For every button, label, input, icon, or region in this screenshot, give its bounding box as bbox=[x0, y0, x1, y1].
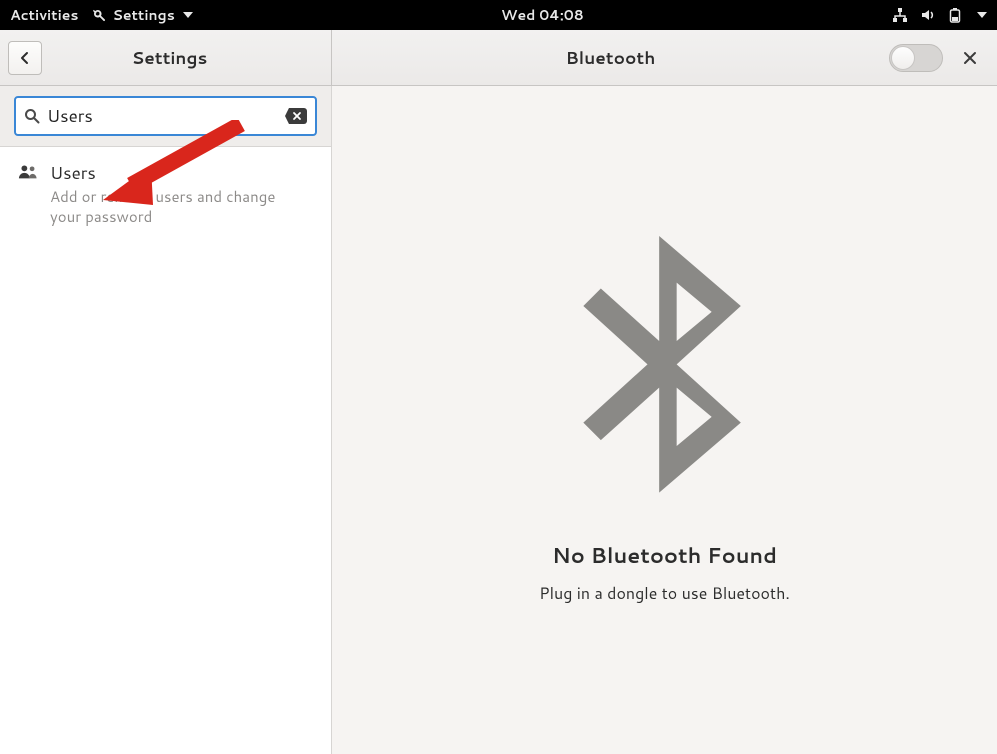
body: Users Add or remove users and change you… bbox=[0, 86, 997, 754]
clear-search-button[interactable] bbox=[285, 108, 307, 124]
clear-icon bbox=[292, 111, 302, 121]
search-bar bbox=[0, 86, 331, 147]
close-icon bbox=[963, 51, 977, 65]
battery-icon bbox=[948, 7, 962, 23]
header-right: Bluetooth bbox=[332, 30, 997, 85]
chevron-down-icon bbox=[977, 12, 987, 18]
sidebar-title: Settings bbox=[50, 46, 323, 70]
users-icon bbox=[18, 161, 38, 186]
bluetooth-icon bbox=[570, 236, 760, 522]
system-tray[interactable] bbox=[892, 7, 987, 23]
bluetooth-toggle[interactable] bbox=[889, 44, 943, 72]
volume-icon bbox=[920, 7, 936, 23]
bluetooth-status-heading: No Bluetooth Found bbox=[552, 540, 777, 570]
bluetooth-status-subtext: Plug in a dongle to use Bluetooth. bbox=[539, 582, 790, 605]
toggle-knob bbox=[891, 46, 915, 70]
result-title: Users bbox=[50, 161, 300, 185]
tools-icon bbox=[92, 8, 107, 23]
sidebar: Users Add or remove users and change you… bbox=[0, 86, 332, 754]
search-icon bbox=[24, 108, 40, 124]
search-input[interactable] bbox=[47, 104, 278, 128]
header-left: Settings bbox=[0, 30, 332, 85]
network-icon bbox=[892, 7, 908, 23]
clock[interactable]: Wed 04:08 bbox=[193, 5, 892, 25]
activities-button[interactable]: Activities bbox=[10, 5, 78, 25]
back-button[interactable] bbox=[8, 41, 42, 75]
result-description: Add or remove users and change your pass… bbox=[50, 187, 300, 228]
chevron-down-icon bbox=[183, 12, 193, 18]
header-bar: Settings Bluetooth bbox=[0, 30, 997, 86]
content-panel: No Bluetooth Found Plug in a dongle to u… bbox=[332, 86, 997, 754]
top-bar: Activities Settings Wed 04:08 bbox=[0, 0, 997, 30]
app-menu-label: Settings bbox=[112, 5, 174, 25]
panel-title: Bluetooth bbox=[342, 46, 879, 70]
search-field[interactable] bbox=[14, 96, 317, 136]
app-menu[interactable]: Settings bbox=[92, 5, 192, 25]
close-button[interactable] bbox=[953, 41, 987, 75]
sidebar-item-users[interactable]: Users Add or remove users and change you… bbox=[0, 147, 331, 242]
chevron-left-icon bbox=[19, 51, 31, 65]
